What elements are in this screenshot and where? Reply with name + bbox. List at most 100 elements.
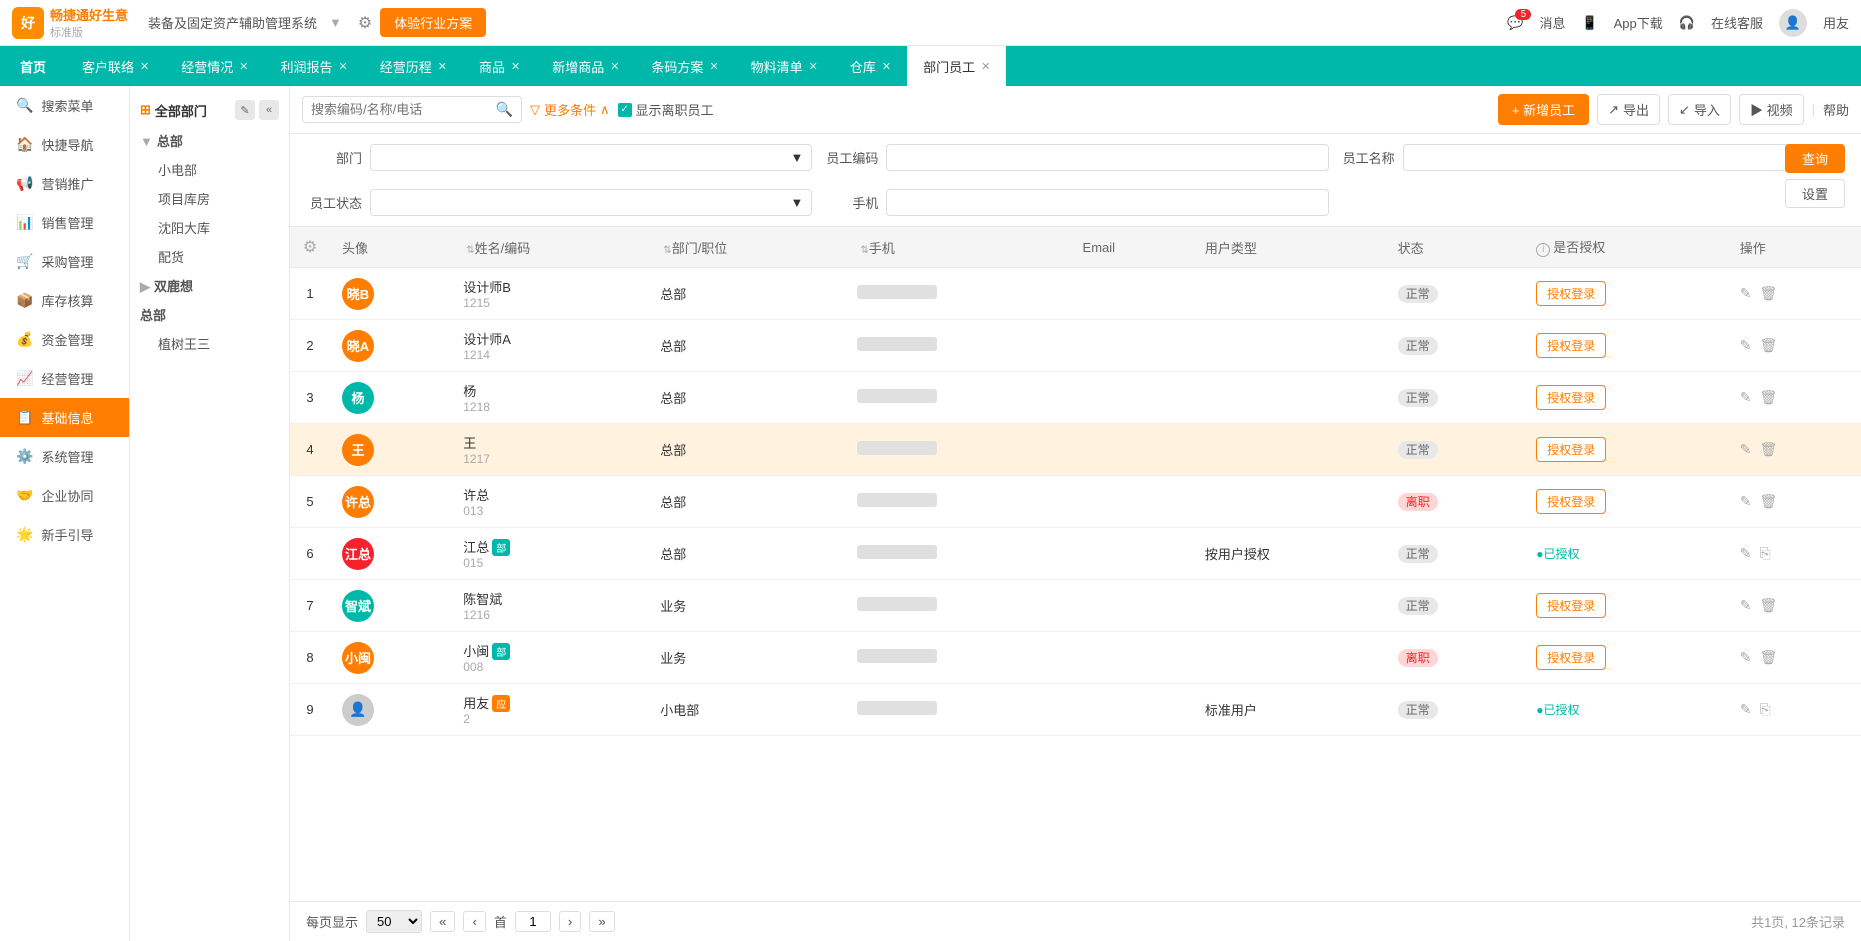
delete-icon-4[interactable]: 🗑 bbox=[1759, 441, 1777, 458]
nav-item-employee[interactable]: 部门员工 ✕ bbox=[907, 46, 1006, 86]
app-download-label[interactable]: App下载 bbox=[1614, 13, 1663, 32]
sidebar-item-nav[interactable]: 🏠 快捷导航 bbox=[0, 125, 129, 164]
nav-item-goods[interactable]: 商品 ✕ bbox=[463, 46, 536, 86]
edit-icon-9[interactable]: ✎ bbox=[1740, 701, 1752, 718]
nav-item-barcode[interactable]: 条码方案 ✕ bbox=[635, 46, 734, 86]
first-page-btn[interactable]: « bbox=[430, 911, 455, 932]
dept-item-project[interactable]: 项目库房 bbox=[130, 184, 289, 213]
sidebar-item-stock[interactable]: 📦 库存核算 bbox=[0, 281, 129, 320]
nav-item-profit[interactable]: 利润报告 ✕ bbox=[264, 46, 363, 86]
nav-item-bom[interactable]: 物料清单 ✕ bbox=[735, 46, 834, 86]
sidebar-item-finance[interactable]: 💰 资金管理 bbox=[0, 320, 129, 359]
page-number-input[interactable] bbox=[515, 911, 551, 932]
dept-all-btn[interactable]: ⊞ 全部部门 bbox=[140, 101, 207, 120]
dept-filter-select[interactable]: ▼ bbox=[370, 144, 812, 171]
dept-item-peihuo[interactable]: 配货 bbox=[130, 242, 289, 271]
dept-item-zhishu[interactable]: 植树王三 bbox=[130, 329, 289, 358]
sidebar-item-sales[interactable]: 📊 销售管理 bbox=[0, 203, 129, 242]
dept-group-shuanglu[interactable]: ▶双鹿想 bbox=[130, 271, 289, 300]
sort-icon-phone[interactable]: ⇅ bbox=[860, 245, 868, 256]
nav-close-customer[interactable]: ✕ bbox=[140, 60, 149, 73]
dept-edit-icon[interactable]: ✎ bbox=[235, 100, 255, 120]
nav-item-situation[interactable]: 经营情况 ✕ bbox=[165, 46, 264, 86]
edit-icon-4[interactable]: ✎ bbox=[1740, 441, 1752, 458]
empcode-filter-input[interactable] bbox=[886, 144, 1328, 171]
more-filter-btn[interactable]: ▽ 更多条件 ∧ bbox=[530, 100, 610, 119]
nav-close-situation[interactable]: ✕ bbox=[239, 60, 248, 73]
nav-item-customer[interactable]: 客户联络 ✕ bbox=[66, 46, 165, 86]
sort-icon-name[interactable]: ⇅ bbox=[466, 245, 474, 256]
auth-btn-5[interactable]: 授权登录 bbox=[1536, 489, 1606, 514]
sidebar-item-marketing[interactable]: 📢 营销推广 bbox=[0, 164, 129, 203]
edit-icon-5[interactable]: ✎ bbox=[1740, 493, 1752, 510]
delete-icon-2[interactable]: 🗑 bbox=[1759, 337, 1777, 354]
edit-icon-1[interactable]: ✎ bbox=[1740, 285, 1752, 302]
copy-icon-9[interactable]: ⎘ bbox=[1759, 701, 1770, 718]
page-size-select[interactable]: 50 100 200 bbox=[366, 910, 422, 933]
delete-icon-1[interactable]: 🗑 bbox=[1759, 285, 1777, 302]
auth-btn-8[interactable]: 授权登录 bbox=[1536, 645, 1606, 670]
reset-button[interactable]: 设置 bbox=[1785, 179, 1845, 208]
dept-item-xiaodianbu[interactable]: 小电部 bbox=[130, 155, 289, 184]
sidebar-item-search[interactable]: 🔍 搜索菜单 bbox=[0, 86, 129, 125]
nav-close-bom[interactable]: ✕ bbox=[809, 60, 818, 73]
user-label[interactable]: 用友 bbox=[1823, 13, 1849, 32]
dept-group-zongbu[interactable]: ▼总部 bbox=[130, 126, 289, 155]
dept-item-shenyang[interactable]: 沈阳大库 bbox=[130, 213, 289, 242]
nav-item-warehouse[interactable]: 仓库 ✕ bbox=[834, 46, 907, 86]
auth-btn-2[interactable]: 授权登录 bbox=[1536, 333, 1606, 358]
view-button[interactable]: ▶ 视频 bbox=[1739, 94, 1804, 125]
service-label[interactable]: 在线客服 bbox=[1711, 13, 1763, 32]
sidebar-item-guide[interactable]: 🌟 新手引导 bbox=[0, 515, 129, 554]
delete-icon-7[interactable]: 🗑 bbox=[1759, 597, 1777, 614]
next-page-btn[interactable]: › bbox=[559, 911, 581, 932]
auth-btn-3[interactable]: 授权登录 bbox=[1536, 385, 1606, 410]
auth-btn-4[interactable]: 授权登录 bbox=[1536, 437, 1606, 462]
edit-icon-8[interactable]: ✎ bbox=[1740, 649, 1752, 666]
sidebar-item-system[interactable]: ⚙️ 系统管理 bbox=[0, 437, 129, 476]
nav-item-new-goods[interactable]: 新增商品 ✕ bbox=[536, 46, 635, 86]
phone-filter-input[interactable] bbox=[886, 189, 1328, 216]
prev-page-btn[interactable]: ‹ bbox=[463, 911, 485, 932]
sidebar-item-basic[interactable]: 📋 基础信息 bbox=[0, 398, 129, 437]
delete-icon-5[interactable]: 🗑 bbox=[1759, 493, 1777, 510]
import-button[interactable]: ↙ 导入 bbox=[1668, 94, 1731, 125]
auth-btn-7[interactable]: 授权登录 bbox=[1536, 593, 1606, 618]
dept-group-zongbu2[interactable]: 总部 bbox=[130, 300, 289, 329]
sidebar-item-operation[interactable]: 📈 经营管理 bbox=[0, 359, 129, 398]
nav-close-barcode[interactable]: ✕ bbox=[709, 60, 718, 73]
trial-button[interactable]: 体验行业方案 bbox=[380, 8, 486, 37]
nav-close-new-goods[interactable]: ✕ bbox=[610, 60, 619, 73]
dept-collapse-icon[interactable]: « bbox=[259, 100, 279, 120]
settings-icon[interactable]: ⚙ bbox=[303, 239, 317, 256]
search-input[interactable] bbox=[311, 102, 496, 117]
empname-filter-input[interactable] bbox=[1403, 144, 1845, 171]
search-icon[interactable]: 🔍 bbox=[496, 101, 513, 118]
nav-close-profit[interactable]: ✕ bbox=[339, 60, 348, 73]
delete-icon-3[interactable]: 🗑 bbox=[1759, 389, 1777, 406]
nav-item-home[interactable]: 首页 bbox=[0, 46, 66, 86]
help-label[interactable]: 帮助 bbox=[1823, 100, 1849, 119]
message-icon[interactable]: 💬 5 bbox=[1507, 15, 1523, 31]
auth-btn-1[interactable]: 授权登录 bbox=[1536, 281, 1606, 306]
th-settings[interactable]: ⚙ bbox=[290, 227, 330, 268]
sidebar-item-purchase[interactable]: 🛒 采购管理 bbox=[0, 242, 129, 281]
delete-icon-8[interactable]: 🗑 bbox=[1759, 649, 1777, 666]
add-employee-button[interactable]: + 新增员工 bbox=[1498, 94, 1589, 125]
copy-icon-6[interactable]: ⎘ bbox=[1759, 545, 1770, 562]
nav-close-history[interactable]: ✕ bbox=[438, 60, 447, 73]
status-filter-select[interactable]: ▼ bbox=[370, 189, 812, 216]
sidebar-item-collab[interactable]: 🤝 企业协同 bbox=[0, 476, 129, 515]
last-page-btn[interactable]: » bbox=[589, 911, 614, 932]
edit-icon-6[interactable]: ✎ bbox=[1740, 545, 1752, 562]
edit-icon-7[interactable]: ✎ bbox=[1740, 597, 1752, 614]
gear-icon[interactable]: ⚙ bbox=[358, 13, 372, 33]
show-resigned-toggle[interactable]: ✓ 显示离职员工 bbox=[618, 100, 714, 119]
nav-item-history[interactable]: 经营历程 ✕ bbox=[364, 46, 463, 86]
export-button[interactable]: ↗ 导出 bbox=[1597, 94, 1660, 125]
edit-icon-3[interactable]: ✎ bbox=[1740, 389, 1752, 406]
edit-icon-2[interactable]: ✎ bbox=[1740, 337, 1752, 354]
nav-close-employee[interactable]: ✕ bbox=[981, 60, 990, 73]
nav-close-warehouse[interactable]: ✕ bbox=[882, 60, 891, 73]
nav-close-goods[interactable]: ✕ bbox=[511, 60, 520, 73]
